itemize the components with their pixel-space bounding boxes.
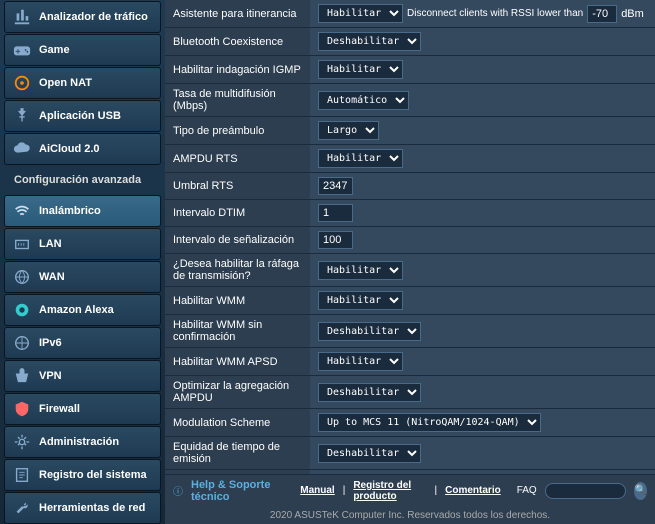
nav-label: Open NAT — [39, 77, 92, 89]
copyright: 2020 ASUSTeK Computer Inc. Reservados to… — [165, 507, 655, 524]
row-label: Intervalo de señalización — [165, 227, 310, 254]
lan-icon — [13, 235, 31, 253]
nav-vpn[interactable]: VPN — [4, 360, 161, 392]
nav-open-nat[interactable]: Open NAT — [4, 67, 161, 99]
log-icon — [13, 466, 31, 484]
row-label: Intervalo DTIM — [165, 200, 310, 227]
settings-table: Asistente para itinerancia Habilitar Disco… — [165, 0, 655, 474]
nav-label: Game — [39, 44, 70, 56]
ampdu-opt-select[interactable]: Deshabilitar — [318, 383, 421, 402]
nav-usb-app[interactable]: Aplicación USB — [4, 100, 161, 132]
nav-lan[interactable]: LAN — [4, 228, 161, 260]
nav-label: Registro del sistema — [39, 469, 147, 481]
nav-admin[interactable]: Administración — [4, 426, 161, 458]
globe-icon — [13, 268, 31, 286]
search-input[interactable] — [545, 483, 627, 499]
row-label: Habilitar WMM APSD — [165, 348, 310, 376]
nav-label: Administración — [39, 436, 119, 448]
cloud-icon — [13, 140, 31, 158]
alexa-icon — [13, 301, 31, 319]
roaming-select[interactable]: Habilitar — [318, 4, 403, 23]
nav-label: Herramientas de red — [39, 502, 145, 514]
nav-label: IPv6 — [39, 337, 62, 349]
faq-label: FAQ — [517, 485, 537, 496]
unit-label: dBm — [621, 8, 644, 20]
row-label: Bluetooth Coexistence — [165, 28, 310, 56]
nav-ipv6[interactable]: IPv6 — [4, 327, 161, 359]
manual-link[interactable]: Manual — [300, 485, 334, 496]
nav-game[interactable]: Game — [4, 34, 161, 66]
nav-label: Aplicación USB — [39, 110, 121, 122]
nav-label: Analizador de tráfico — [39, 11, 148, 23]
wifi-icon — [13, 202, 31, 220]
igmp-select[interactable]: Habilitar — [318, 60, 403, 79]
row-label: Habilitar indagación IGMP — [165, 56, 310, 84]
nav-firewall[interactable]: Firewall — [4, 393, 161, 425]
sidebar: Analizador de tráfico Game Open NAT Apli… — [0, 0, 165, 524]
nav-nettools[interactable]: Herramientas de red — [4, 492, 161, 524]
row-label: Habilitar WMM sin confirmación — [165, 315, 310, 348]
feedback-link[interactable]: Comentario — [445, 485, 501, 496]
nav-label: Firewall — [39, 403, 80, 415]
nav-label: Inalámbrico — [39, 205, 101, 217]
modulation-select[interactable]: Up to MCS 11 (NitroQAM/1024-QAM) — [318, 413, 541, 432]
row-label: Asistente para itinerancia — [165, 0, 310, 28]
preamble-select[interactable]: Largo — [318, 121, 379, 140]
row-label: AMPDU RTS — [165, 145, 310, 173]
ampdu-rts-select[interactable]: Habilitar — [318, 149, 403, 168]
multicast-select[interactable]: Automático — [318, 91, 409, 110]
beacon-input[interactable] — [318, 231, 353, 249]
rssi-input[interactable] — [587, 5, 617, 23]
row-label: Habilitar WMM — [165, 287, 310, 315]
row-label: Tipo de preámbulo — [165, 117, 310, 145]
nav-alexa[interactable]: Amazon Alexa — [4, 294, 161, 326]
rts-threshold-input[interactable] — [318, 177, 353, 195]
chart-icon — [13, 8, 31, 26]
nav-syslog[interactable]: Registro del sistema — [4, 459, 161, 491]
row-label: Optimizar la agregación AMPDU — [165, 376, 310, 409]
row-label: Equidad de tiempo de emisión — [165, 437, 310, 470]
usb-icon — [13, 107, 31, 125]
search-button[interactable]: 🔍 — [634, 482, 647, 500]
txburst-select[interactable]: Habilitar — [318, 261, 403, 280]
globe-icon — [13, 334, 31, 352]
section-advanced: Configuración avanzada — [4, 166, 161, 194]
nav-aicloud[interactable]: AiCloud 2.0 — [4, 133, 161, 165]
nav-label: VPN — [39, 370, 62, 382]
vpn-icon — [13, 367, 31, 385]
gamepad-icon — [13, 41, 31, 59]
wrench-icon — [13, 499, 31, 517]
main-panel: Asistente para itinerancia Habilitar Disco… — [165, 0, 655, 524]
search-icon: 🔍 — [634, 485, 646, 496]
nav-wan[interactable]: WAN — [4, 261, 161, 293]
wmm-noack-select[interactable]: Deshabilitar — [318, 322, 421, 341]
disconnect-label: Disconnect clients with RSSI lower than — [407, 8, 583, 19]
nat-icon — [13, 74, 31, 92]
product-reg-link[interactable]: Registro del producto — [353, 480, 411, 502]
bt-coex-select[interactable]: Deshabilitar — [318, 32, 421, 51]
row-label: Tasa de multidifusión (Mbps) — [165, 84, 310, 117]
nav-label: Amazon Alexa — [39, 304, 114, 316]
row-label: Modulation Scheme — [165, 409, 310, 437]
nav-label: LAN — [39, 238, 62, 250]
help-support-link[interactable]: Help & Soporte técnico — [191, 479, 276, 503]
help-icon: ⓘ — [173, 483, 183, 498]
row-label: ¿Desea habilitar la ráfaga de transmisió… — [165, 254, 310, 287]
nav-label: AiCloud 2.0 — [39, 143, 100, 155]
gear-icon — [13, 433, 31, 451]
row-label: Umbral RTS — [165, 173, 310, 200]
airtime-select[interactable]: Deshabilitar — [318, 444, 421, 463]
footer: ⓘ Help & Soporte técnico Manual | Regist… — [165, 474, 655, 507]
nav-wireless[interactable]: Inalámbrico — [4, 195, 161, 227]
shield-icon — [13, 400, 31, 418]
nav-label: WAN — [39, 271, 65, 283]
dtim-input[interactable] — [318, 204, 353, 222]
nav-traffic-analyzer[interactable]: Analizador de tráfico — [4, 1, 161, 33]
wmm-select[interactable]: Habilitar — [318, 291, 403, 310]
wmm-apsd-select[interactable]: Habilitar — [318, 352, 403, 371]
